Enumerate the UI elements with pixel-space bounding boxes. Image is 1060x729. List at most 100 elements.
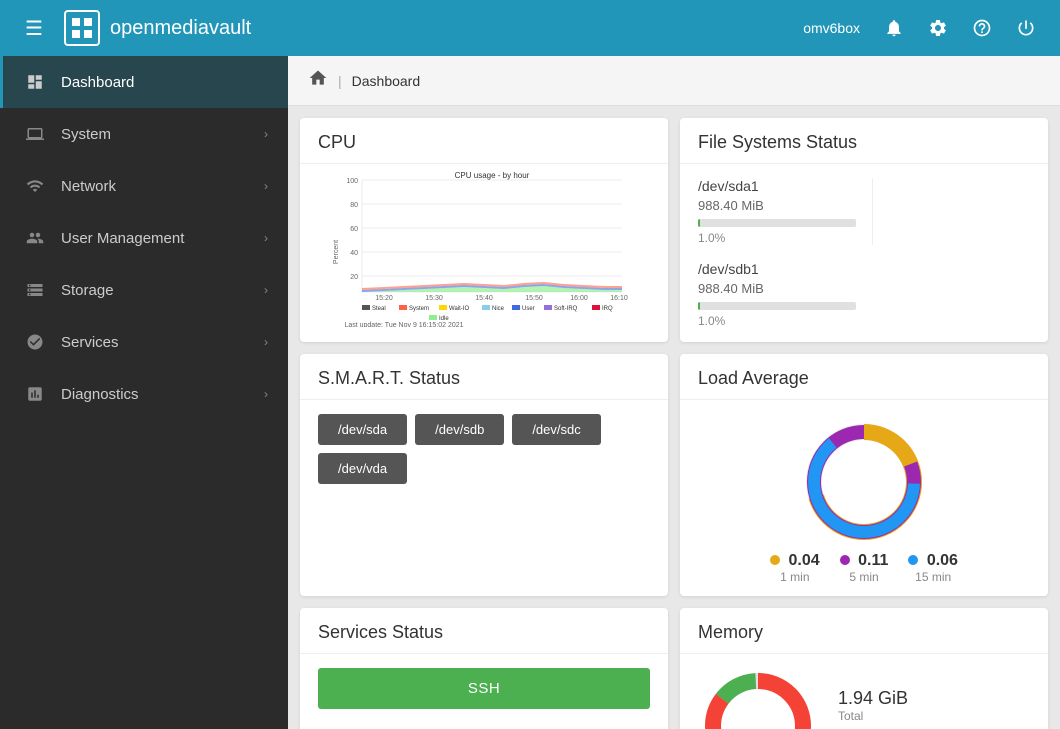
- load-15min-label: 15 min: [908, 570, 958, 584]
- services-status-body: SSH: [300, 654, 668, 723]
- file-systems-card: File Systems Status /dev/sda1 988.40 MiB…: [680, 118, 1048, 342]
- load-5min-dot: [840, 555, 850, 565]
- memory-donut: [698, 666, 818, 729]
- logo-text: openmediavault: [110, 17, 251, 40]
- svg-text:16:00: 16:00: [570, 295, 588, 302]
- settings-button[interactable]: [920, 10, 956, 46]
- sidebar-services-label: Services: [61, 334, 264, 351]
- load-average-donut: [794, 412, 934, 552]
- fs-item-sdb1: /dev/sdb1 988.40 MiB 1.0%: [698, 261, 856, 328]
- load-1min-label: 1 min: [770, 570, 820, 584]
- system-chevron: ›: [264, 127, 268, 141]
- load-5min-label: 5 min: [840, 570, 889, 584]
- smart-card: S.M.A.R.T. Status /dev/sda /dev/sdb /dev…: [300, 354, 668, 596]
- memory-total-label: Total: [838, 709, 1030, 723]
- breadcrumb-separator: |: [338, 73, 342, 89]
- fs-sdb1-bar: [698, 302, 700, 310]
- load-15min-value: 0.06: [927, 552, 958, 569]
- svg-text:System: System: [409, 306, 429, 312]
- help-button[interactable]: [964, 10, 1000, 46]
- load-5min-value: 0.11: [858, 552, 888, 569]
- diagnostics-chevron: ›: [264, 387, 268, 401]
- sidebar-item-dashboard[interactable]: Dashboard: [0, 56, 288, 108]
- load-average-card: Load Average: [680, 354, 1048, 596]
- sidebar-item-storage[interactable]: Storage ›: [0, 264, 288, 316]
- smart-sda-button[interactable]: /dev/sda: [318, 414, 407, 445]
- memory-total-value: 1.94 GiB: [838, 688, 1030, 709]
- sidebar-item-diagnostics[interactable]: Diagnostics ›: [0, 368, 288, 420]
- svg-text:60: 60: [350, 226, 358, 233]
- breadcrumb-current: Dashboard: [352, 73, 421, 89]
- cpu-card-body: Percent 100 80 60 40 20: [300, 164, 668, 335]
- sidebar-dashboard-label: Dashboard: [61, 74, 268, 91]
- main-layout: Dashboard System › Network › User Manage…: [0, 56, 1060, 729]
- file-systems-grid: /dev/sda1 988.40 MiB 1.0% /dev/sdb1 988.…: [680, 164, 1048, 342]
- svg-text:15:20: 15:20: [375, 295, 393, 302]
- sidebar-network-label: Network: [61, 178, 264, 195]
- load-values: 0.04 1 min 0.11 5 min: [770, 552, 958, 584]
- load-1min-value: 0.04: [789, 552, 820, 569]
- sidebar: Dashboard System › Network › User Manage…: [0, 56, 288, 729]
- memory-card: Memory 1.94 GiB Total: [680, 608, 1048, 729]
- content-area: | Dashboard CPU Percent: [288, 56, 1060, 729]
- ssh-button[interactable]: SSH: [318, 668, 650, 709]
- svg-text:40: 40: [350, 250, 358, 257]
- sidebar-item-services[interactable]: Services ›: [0, 316, 288, 368]
- app-header: ☰ openmediavault omv6box: [0, 0, 1060, 56]
- load-1min: 0.04 1 min: [770, 552, 820, 584]
- sidebar-diagnostics-label: Diagnostics: [61, 386, 264, 403]
- svg-text:Last update: Tue Nov 9 16:15:0: Last update: Tue Nov 9 16:15:02 2021: [344, 322, 463, 327]
- sidebar-item-network[interactable]: Network ›: [0, 160, 288, 212]
- cpu-card: CPU Percent: [300, 118, 668, 342]
- fs-sdb1-progress: [698, 302, 856, 310]
- fs-sdb1-name: /dev/sdb1: [698, 261, 856, 277]
- user-management-icon: [23, 226, 47, 250]
- load-15min: 0.06 15 min: [908, 552, 958, 584]
- services-status-card: Services Status SSH: [300, 608, 668, 729]
- smart-vda-button[interactable]: /dev/vda: [318, 453, 407, 484]
- notifications-button[interactable]: [876, 10, 912, 46]
- svg-text:15:50: 15:50: [525, 295, 543, 302]
- svg-text:User: User: [522, 306, 535, 312]
- services-chevron: ›: [264, 335, 268, 349]
- smart-sdc-button[interactable]: /dev/sdc: [512, 414, 600, 445]
- system-icon: [23, 122, 47, 146]
- app-logo: openmediavault: [64, 10, 251, 46]
- memory-card-title: Memory: [680, 608, 1048, 654]
- breadcrumb: | Dashboard: [288, 56, 1060, 106]
- cpu-card-title: CPU: [300, 118, 668, 164]
- svg-text:IRQ: IRQ: [602, 306, 613, 312]
- dashboard-grid: CPU Percent: [288, 106, 1060, 729]
- smart-buttons: /dev/sda /dev/sdb /dev/sdc /dev/vda: [300, 400, 668, 498]
- fs-sda1-percent: 1.0%: [698, 231, 856, 245]
- services-icon: [23, 330, 47, 354]
- svg-text:20: 20: [350, 274, 358, 281]
- home-icon[interactable]: [308, 68, 328, 93]
- svg-text:CPU usage - by hour: CPU usage - by hour: [455, 172, 530, 180]
- power-button[interactable]: [1008, 10, 1044, 46]
- svg-text:Nice: Nice: [492, 306, 505, 312]
- header-actions: omv6box: [803, 10, 1044, 46]
- svg-text:Soft-IRQ: Soft-IRQ: [554, 306, 578, 312]
- fs-sdb1-size: 988.40 MiB: [698, 281, 856, 296]
- load-1min-dot: [770, 555, 780, 565]
- sidebar-item-user-management[interactable]: User Management ›: [0, 212, 288, 264]
- fs-sda1-bar: [698, 219, 700, 227]
- memory-body: 1.94 GiB Total 275.59 MiB 14% 1.67 GiB 8…: [680, 654, 1048, 729]
- smart-card-title: S.M.A.R.T. Status: [300, 354, 668, 400]
- fs-sda1-size: 988.40 MiB: [698, 198, 856, 213]
- user-mgmt-chevron: ›: [264, 231, 268, 245]
- sidebar-item-system[interactable]: System ›: [0, 108, 288, 160]
- smart-sdb-button[interactable]: /dev/sdb: [415, 414, 504, 445]
- memory-total: 1.94 GiB Total: [838, 688, 1030, 723]
- hostname-label: omv6box: [803, 20, 860, 36]
- sidebar-user-mgmt-label: User Management: [61, 230, 264, 247]
- hamburger-button[interactable]: ☰: [16, 10, 52, 46]
- svg-text:15:30: 15:30: [425, 295, 443, 302]
- svg-text:Percent: Percent: [333, 240, 340, 264]
- svg-text:16:10: 16:10: [610, 295, 628, 302]
- services-status-title: Services Status: [300, 608, 668, 654]
- load-15min-dot: [908, 555, 918, 565]
- dashboard-icon: [23, 70, 47, 94]
- fs-divider: [872, 178, 873, 245]
